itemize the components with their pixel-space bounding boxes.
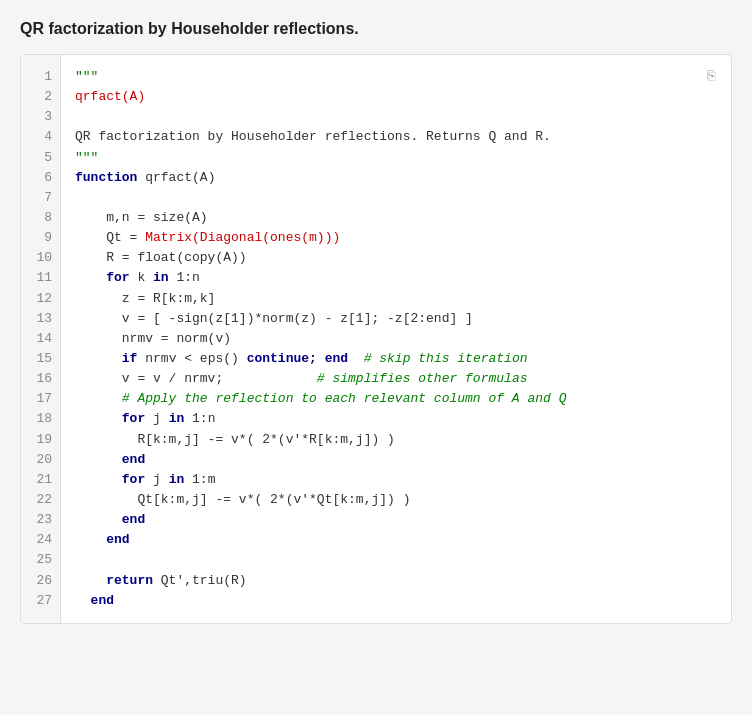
line-number: 24	[29, 530, 52, 550]
line-number: 25	[29, 550, 52, 570]
code-content[interactable]: ⎘ """ qrfact(A) QR factorization by House…	[61, 55, 731, 623]
code-segment: m,n = size(A)	[75, 210, 208, 225]
code-segment: v = v / nrmv;	[75, 371, 317, 386]
line-number: 20	[29, 450, 52, 470]
code-line: for j in 1:n	[75, 409, 717, 429]
code-line	[75, 550, 717, 570]
code-line: QR factorization by Householder reflecti…	[75, 127, 717, 147]
line-number: 13	[29, 309, 52, 329]
code-segment: z = R[k:m,k]	[75, 291, 215, 306]
code-segment: Qt',triu(R)	[153, 573, 247, 588]
code-segment: # skip this iteration	[348, 351, 527, 366]
code-line: end	[75, 530, 717, 550]
code-segment: end	[75, 452, 145, 467]
page-title: QR factorization by Householder reflecti…	[20, 20, 732, 38]
code-segment: Qt[k:m,j] -= v*( 2*(v'*Qt[k:m,j]) )	[75, 492, 410, 507]
line-number: 14	[29, 329, 52, 349]
code-line	[75, 107, 717, 127]
code-line: function qrfact(A)	[75, 168, 717, 188]
copy-button[interactable]: ⎘	[699, 63, 723, 87]
code-segment: """	[75, 69, 98, 84]
line-number: 12	[29, 289, 52, 309]
line-number: 17	[29, 389, 52, 409]
code-segment: # simplifies other formulas	[317, 371, 528, 386]
code-line: # Apply the reflection to each relevant …	[75, 389, 717, 409]
code-segment: k	[130, 270, 153, 285]
code-block: 1234567891011121314151617181920212223242…	[20, 54, 732, 624]
code-segment: continue; end	[247, 351, 348, 366]
code-segment: end	[75, 512, 145, 527]
code-line: for j in 1:m	[75, 470, 717, 490]
code-line: qrfact(A)	[75, 87, 717, 107]
code-segment: Qt =	[75, 230, 145, 245]
code-segment: nrmv < eps()	[137, 351, 246, 366]
line-number: 27	[29, 591, 52, 611]
code-segment: if	[75, 351, 137, 366]
line-number: 7	[29, 188, 52, 208]
code-segment: for	[75, 411, 145, 426]
code-line: z = R[k:m,k]	[75, 289, 717, 309]
line-number: 26	[29, 571, 52, 591]
code-segment: for	[75, 472, 145, 487]
line-number: 21	[29, 470, 52, 490]
code-line: R = float(copy(A))	[75, 248, 717, 268]
line-number: 16	[29, 369, 52, 389]
line-number: 10	[29, 248, 52, 268]
code-line: nrmv = norm(v)	[75, 329, 717, 349]
line-number: 6	[29, 168, 52, 188]
code-segment: end	[75, 593, 114, 608]
code-segment: function	[75, 170, 145, 185]
code-line: for k in 1:n	[75, 268, 717, 288]
code-segment: v = [ -sign(z[1])*norm(z) - z[1]; -z[2:e…	[75, 311, 473, 326]
line-number: 18	[29, 409, 52, 429]
code-segment: """	[75, 150, 98, 165]
code-segment: Matrix(Diagonal(ones(m)))	[145, 230, 340, 245]
code-segment: in	[169, 472, 185, 487]
code-line: """	[75, 148, 717, 168]
line-number: 22	[29, 490, 52, 510]
code-segment: # Apply the reflection to each relevant …	[75, 391, 566, 406]
code-line: return Qt',triu(R)	[75, 571, 717, 591]
line-number: 3	[29, 107, 52, 127]
line-number: 19	[29, 430, 52, 450]
code-segment: end	[75, 532, 130, 547]
code-line: if nrmv < eps() continue; end # skip thi…	[75, 349, 717, 369]
line-number: 23	[29, 510, 52, 530]
line-number: 11	[29, 268, 52, 288]
code-line: end	[75, 450, 717, 470]
code-line: """	[75, 67, 717, 87]
code-segment: 1:m	[184, 472, 215, 487]
code-segment: return	[75, 573, 153, 588]
line-number: 8	[29, 208, 52, 228]
code-segment: in	[169, 411, 185, 426]
code-segment: qrfact(A)	[145, 170, 215, 185]
code-segment: nrmv = norm(v)	[75, 331, 231, 346]
line-numbers: 1234567891011121314151617181920212223242…	[21, 55, 61, 623]
line-number: 9	[29, 228, 52, 248]
line-number: 4	[29, 127, 52, 147]
code-segment: qrfact(A)	[75, 89, 145, 104]
code-line: m,n = size(A)	[75, 208, 717, 228]
code-line: v = v / nrmv; # simplifies other formula…	[75, 369, 717, 389]
code-segment: R = float(copy(A))	[75, 250, 247, 265]
code-segment: j	[145, 411, 168, 426]
line-number: 15	[29, 349, 52, 369]
code-line: v = [ -sign(z[1])*norm(z) - z[1]; -z[2:e…	[75, 309, 717, 329]
code-line: R[k:m,j] -= v*( 2*(v'*R[k:m,j]) )	[75, 430, 717, 450]
code-segment: R[k:m,j] -= v*( 2*(v'*R[k:m,j]) )	[75, 432, 395, 447]
code-segment: 1:n	[169, 270, 200, 285]
line-number: 5	[29, 148, 52, 168]
line-number: 2	[29, 87, 52, 107]
code-line: Qt = Matrix(Diagonal(ones(m)))	[75, 228, 717, 248]
line-number: 1	[29, 67, 52, 87]
code-segment: 1:n	[184, 411, 215, 426]
code-segment: for	[75, 270, 130, 285]
code-segment: j	[145, 472, 168, 487]
code-line: Qt[k:m,j] -= v*( 2*(v'*Qt[k:m,j]) )	[75, 490, 717, 510]
code-line	[75, 188, 717, 208]
code-segment: QR factorization by Householder reflecti…	[75, 129, 551, 144]
code-segment: in	[153, 270, 169, 285]
code-line: end	[75, 591, 717, 611]
code-line: end	[75, 510, 717, 530]
